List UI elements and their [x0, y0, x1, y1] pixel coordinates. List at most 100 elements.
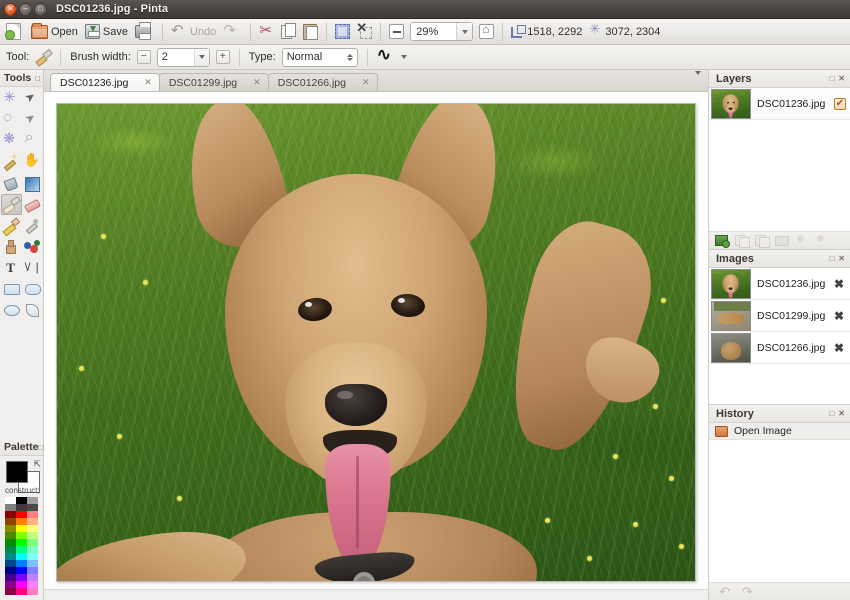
- palette-color-swatch[interactable]: [5, 539, 16, 546]
- tab-dsc01299[interactable]: DSC01299.jpg ✕: [158, 73, 269, 91]
- undo-button[interactable]: Undo: [168, 21, 219, 43]
- palette-color-swatch[interactable]: [16, 539, 27, 546]
- layer-row[interactable]: DSC01236.jpg ✔: [709, 88, 850, 120]
- image-row[interactable]: DSC01266.jpg ✖: [709, 332, 850, 364]
- brush-width-value[interactable]: 2: [158, 51, 194, 63]
- palette-color-swatch[interactable]: [27, 511, 38, 518]
- zoom-level-combobox[interactable]: 29%: [410, 22, 474, 41]
- brush-width-field[interactable]: 2: [156, 47, 210, 67]
- tab-close-icon[interactable]: ✕: [352, 77, 370, 88]
- tool-rectangle-select[interactable]: [1, 88, 22, 110]
- close-image-icon[interactable]: ✖: [832, 277, 846, 291]
- palette-color-swatch[interactable]: [27, 574, 38, 581]
- palette-color-swatch[interactable]: [27, 525, 38, 532]
- tool-lasso-select[interactable]: [1, 109, 22, 131]
- float-panel-icon[interactable]: □: [829, 254, 834, 263]
- palette-color-swatch[interactable]: [16, 553, 27, 560]
- zoom-level-value[interactable]: 29%: [411, 26, 456, 38]
- palette-color-swatch[interactable]: [5, 574, 16, 581]
- zoom-dropdown-arrow[interactable]: [456, 23, 473, 40]
- float-panel-icon[interactable]: □: [35, 74, 40, 83]
- move-layer-down-button[interactable]: [815, 231, 829, 247]
- tool-move-selected[interactable]: [22, 89, 43, 110]
- float-panel-icon[interactable]: □: [829, 409, 834, 418]
- image-row[interactable]: DSC01299.jpg ✖: [709, 300, 850, 332]
- curve-shape-dropdown-arrow[interactable]: [400, 55, 407, 59]
- tab-close-icon[interactable]: ✕: [134, 77, 152, 88]
- float-panel-icon[interactable]: □: [38, 443, 43, 452]
- blend-type-select[interactable]: Normal: [281, 47, 358, 67]
- tool-pan[interactable]: [22, 152, 43, 173]
- open-image-button[interactable]: Open: [28, 21, 81, 43]
- tool-ellipse[interactable]: [1, 299, 22, 320]
- close-panel-icon[interactable]: ✕: [838, 74, 845, 83]
- swap-colors-icon[interactable]: ⇱: [33, 459, 41, 470]
- close-panel-icon[interactable]: ✕: [838, 409, 845, 418]
- history-redo-button[interactable]: ↷: [742, 585, 753, 598]
- images-panel-header-buttons[interactable]: □ ✕: [829, 254, 845, 263]
- maximize-window-button[interactable]: □: [34, 2, 47, 16]
- history-list[interactable]: Open Image: [709, 423, 850, 582]
- tool-paintbrush[interactable]: [1, 194, 22, 215]
- paste-button[interactable]: [300, 21, 321, 43]
- palette-color-swatch[interactable]: [27, 588, 38, 595]
- palette-color-swatch[interactable]: [5, 525, 16, 532]
- palette-color-swatch[interactable]: [16, 518, 27, 525]
- history-undo-button[interactable]: ↶: [719, 585, 730, 598]
- merge-layer-down-button[interactable]: [775, 234, 789, 247]
- palette-color-swatch[interactable]: [27, 560, 38, 567]
- palette-color-swatch[interactable]: [16, 525, 27, 532]
- save-image-button[interactable]: Save: [82, 21, 131, 43]
- palette-color-swatch[interactable]: [27, 518, 38, 525]
- tool-recolor[interactable]: [22, 236, 43, 257]
- reset-colors-icon[interactable]: construct;: [5, 486, 40, 495]
- print-button[interactable]: [132, 21, 157, 43]
- layers-list[interactable]: DSC01236.jpg ✔: [709, 88, 850, 231]
- history-panel-header-buttons[interactable]: □ ✕: [829, 409, 845, 418]
- palette-color-swatch[interactable]: [27, 532, 38, 539]
- tool-zoom[interactable]: [22, 129, 43, 152]
- tool-freeform-shape[interactable]: [22, 299, 43, 320]
- tool-pencil[interactable]: [1, 215, 22, 236]
- palette-color-swatch[interactable]: [16, 511, 27, 518]
- palette-color-swatch[interactable]: [27, 504, 38, 511]
- tool-gradient[interactable]: [22, 173, 43, 194]
- palette-color-swatch[interactable]: [16, 581, 27, 588]
- image-canvas[interactable]: [56, 103, 696, 582]
- palette-color-swatch[interactable]: [27, 497, 38, 504]
- new-image-button[interactable]: [3, 21, 27, 43]
- close-image-icon[interactable]: ✖: [832, 309, 846, 323]
- history-item-open-image[interactable]: Open Image: [709, 423, 850, 440]
- palette-color-swatch[interactable]: [16, 574, 27, 581]
- zoom-to-fit-button[interactable]: [476, 21, 497, 43]
- deselect-all-button[interactable]: [354, 20, 375, 43]
- palette-color-swatch[interactable]: [5, 560, 16, 567]
- close-panel-icon[interactable]: ✕: [838, 254, 845, 263]
- palette-color-swatch[interactable]: [5, 553, 16, 560]
- palette-color-swatch[interactable]: [16, 567, 27, 574]
- palette-color-swatch[interactable]: [16, 546, 27, 553]
- tool-line-curve[interactable]: [22, 257, 43, 278]
- tab-close-icon[interactable]: ✕: [243, 77, 261, 88]
- palette-color-swatch[interactable]: [16, 588, 27, 595]
- layers-panel-header-buttons[interactable]: □ ✕: [829, 74, 845, 83]
- curve-shape-icon[interactable]: [377, 45, 395, 65]
- zoom-out-button[interactable]: [386, 21, 407, 43]
- tool-clone-stamp[interactable]: [1, 236, 22, 257]
- redo-button[interactable]: [220, 21, 245, 43]
- cut-button[interactable]: [256, 21, 277, 43]
- palette-color-swatch[interactable]: [16, 532, 27, 539]
- palette-color-swatch[interactable]: [16, 560, 27, 567]
- palette-color-swatch[interactable]: [5, 532, 16, 539]
- palette-color-swatch[interactable]: [27, 539, 38, 546]
- tab-overflow-button[interactable]: [695, 70, 708, 87]
- palette-color-swatch[interactable]: [5, 497, 16, 504]
- canvas-horizontal-scrollbar[interactable]: [44, 589, 708, 600]
- brush-width-decrement-button[interactable]: −: [136, 50, 151, 64]
- close-image-icon[interactable]: ✖: [832, 341, 846, 355]
- palette-color-swatch[interactable]: [5, 581, 16, 588]
- image-row[interactable]: DSC01236.jpg ✖: [709, 268, 850, 300]
- tab-dsc01236[interactable]: DSC01236.jpg ✕: [50, 73, 160, 91]
- palette-color-swatch[interactable]: [27, 567, 38, 574]
- palette-color-swatch[interactable]: [5, 588, 16, 595]
